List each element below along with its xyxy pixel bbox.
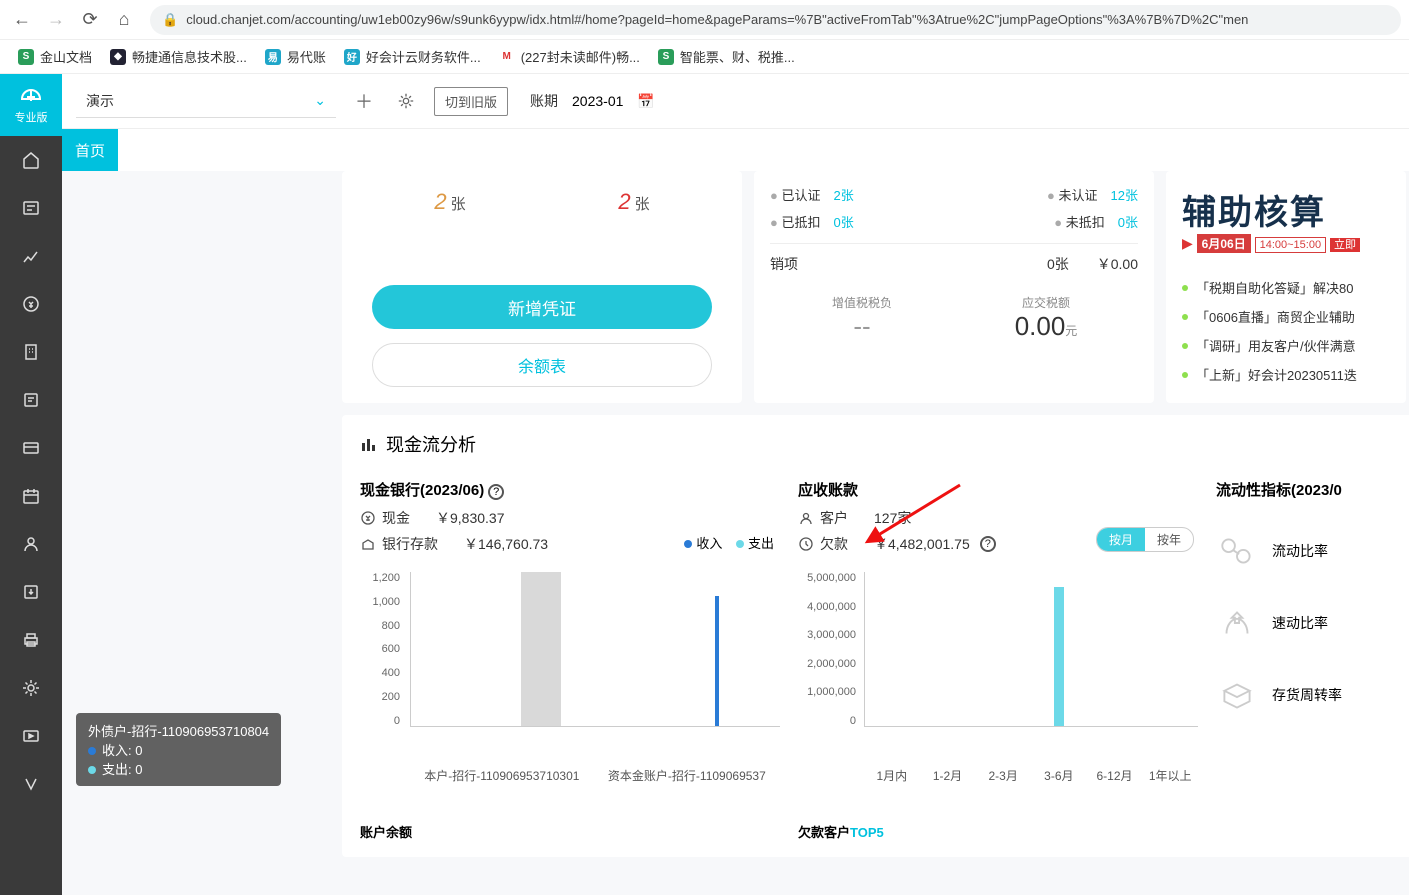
payable-label: 应交税额 (954, 294, 1138, 311)
switch-old-button[interactable]: 切到旧版 (434, 87, 508, 116)
nav-card-icon[interactable] (0, 424, 62, 472)
balance-sheet-button[interactable]: 余额表 (372, 343, 712, 387)
section-cashflow-header: 现金流分析 (360, 431, 1404, 457)
panel-cash-bank: 现金银行(2023/06)? 现金 ￥9,830.37 银行存款 ￥146,76… (360, 479, 780, 841)
panel-c-title: 流动性指标(2023/0 (1216, 479, 1404, 500)
forward-button[interactable]: → (42, 6, 70, 34)
bookmark-item[interactable]: 好好会计云财务软件... (344, 47, 481, 66)
browser-toolbar: ← → ⟳ ⌂ 🔒 cloud.chanjet.com/accounting/u… (0, 0, 1409, 40)
calendar-icon[interactable]: 📅 (637, 93, 654, 110)
x-label: 本户-招行-110906953710301 (424, 767, 579, 784)
topbar: 演示 ⌄ ＋ 切到旧版 账期 2023-01 📅 (62, 74, 1409, 129)
add-button[interactable]: ＋ (350, 87, 378, 115)
nav-chart-icon[interactable] (0, 232, 62, 280)
voucher-count-1: 2张 (434, 189, 465, 215)
url-bar[interactable]: 🔒 cloud.chanjet.com/accounting/uw1eb00zy… (150, 5, 1401, 35)
bookmark-item[interactable]: S金山文档 (18, 47, 92, 66)
banner-title: 辅助核算 (1182, 185, 1390, 234)
banner-date: ▶ 6月06日 14:00~15:00 立即 (1182, 234, 1390, 253)
metric-current-ratio: 流动比率 (1216, 530, 1404, 572)
nav-print-icon[interactable] (0, 616, 62, 664)
metric-inventory-turnover: 存货周转率 (1216, 674, 1404, 716)
chart-legend: 收入 支出 (674, 533, 774, 552)
certified-link[interactable]: 2张 (834, 188, 854, 203)
refresh-button[interactable]: ⟳ (76, 6, 104, 34)
nav-v-icon[interactable] (0, 760, 62, 808)
help-icon[interactable]: ? (980, 536, 996, 552)
gear-icon[interactable] (392, 87, 420, 115)
card-tax: ● 已认证 2张 ● 未认证 12张 ● 已抵扣 0张 ● 未抵扣 0张 销项 … (754, 171, 1154, 403)
deducted-link[interactable]: 0张 (834, 215, 854, 230)
news-item[interactable]: 「税期自助化答疑」解决80 (1182, 273, 1390, 302)
chart-receivables[interactable]: 5,000,0004,000,0003,000,0002,000,0001,00… (798, 572, 1198, 762)
nav-calendar-icon[interactable] (0, 472, 62, 520)
customer-count: 127家 (874, 508, 911, 528)
tab-bar: 首页 (62, 129, 1409, 171)
top5-label: 欠款客户TOP5 (798, 822, 1198, 841)
nav-settings-icon[interactable] (0, 664, 62, 712)
company-select[interactable]: 演示 ⌄ (76, 84, 336, 118)
customer-line: 客户 127家 (798, 508, 1198, 528)
period-label: 账期 (530, 91, 558, 111)
sidebar: 专业版 (0, 74, 62, 895)
chart-a-subtitle: 账户余额 (360, 822, 780, 841)
chart-account-balance[interactable]: 1,2001,0008006004002000 本户-招行-11090695 (360, 572, 780, 762)
nav-download-icon[interactable] (0, 568, 62, 616)
bookmark-item[interactable]: M(227封未读邮件)畅... (499, 47, 640, 66)
back-button[interactable]: ← (8, 6, 36, 34)
nav-home-icon[interactable] (0, 136, 62, 184)
help-icon[interactable]: ? (488, 484, 504, 500)
card-vouchers: 2张 2张 新增凭证 余额表 (342, 171, 742, 403)
uncertified-link[interactable]: 12张 (1111, 188, 1138, 203)
output-label: 销项 (770, 254, 798, 274)
nav-money-icon[interactable] (0, 280, 62, 328)
vat-burden-label: 增值税税负 (770, 294, 954, 311)
voucher-count-2: 2张 (618, 189, 649, 215)
bookmark-item[interactable]: 易易代账 (265, 47, 326, 66)
nav-doc-icon[interactable] (0, 376, 62, 424)
panel-a-title: 现金银行(2023/06)? (360, 479, 780, 500)
home-button[interactable]: ⌂ (110, 6, 138, 34)
period-toggle[interactable]: 按月 按年 (1096, 527, 1194, 552)
url-text: cloud.chanjet.com/accounting/uw1eb00zy96… (186, 12, 1248, 27)
nav-building-icon[interactable] (0, 328, 62, 376)
panel-b-title: 应收账款 (798, 479, 1198, 500)
bookmark-item[interactable]: ◆畅捷通信息技术股... (110, 47, 247, 66)
vat-burden-value: -- (770, 311, 954, 342)
toggle-month[interactable]: 按月 (1097, 528, 1145, 551)
company-name: 演示 (86, 91, 114, 111)
y-axis: 1,2001,0008006004002000 (360, 572, 400, 727)
chart-tooltip: 外债户-招行-110906953710804 收入: 0 支出: 0 (76, 713, 281, 786)
chevron-down-icon: ⌄ (314, 92, 326, 109)
panel-receivables: 应收账款 客户 127家 欠款 ￥4,482,001.75 ? (798, 479, 1198, 841)
payable-value: 0.00元 (954, 311, 1138, 342)
cash-line: 现金 ￥9,830.37 (360, 508, 780, 528)
tab-home[interactable]: 首页 (62, 129, 118, 171)
nav-voucher-icon[interactable] (0, 184, 62, 232)
lock-icon: 🔒 (162, 12, 178, 28)
bookmark-item[interactable]: S智能票、财、税推... (658, 47, 795, 66)
y-axis: 5,000,0004,000,0003,000,0002,000,0001,00… (798, 572, 856, 727)
nav-video-icon[interactable] (0, 712, 62, 760)
undeducted-link[interactable]: 0张 (1118, 215, 1138, 230)
metric-quick-ratio: 速动比率 (1216, 602, 1404, 644)
toggle-year[interactable]: 按年 (1145, 528, 1193, 551)
nav-people-icon[interactable] (0, 520, 62, 568)
logo[interactable]: 专业版 (0, 74, 62, 136)
news-item[interactable]: 「调研」用友客户/伙伴满意 (1182, 331, 1390, 360)
period-value: 2023-01 (572, 93, 623, 109)
new-voucher-button[interactable]: 新增凭证 (372, 285, 712, 329)
x-label: 资本金账户-招行-1109069537 (608, 767, 766, 784)
bookmarks-bar: S金山文档 ◆畅捷通信息技术股... 易易代账 好好会计云财务软件... M(2… (0, 40, 1409, 74)
card-news: 辅助核算 ▶ 6月06日 14:00~15:00 立即 「税期自助化答疑」解决8… (1166, 171, 1406, 403)
news-item[interactable]: 「0606直播」商贸企业辅助 (1182, 302, 1390, 331)
news-item[interactable]: 「上新」好会计20230511迭 (1182, 360, 1390, 389)
panel-liquidity: 流动性指标(2023/0 流动比率 速动比率 存货周 (1216, 479, 1404, 841)
